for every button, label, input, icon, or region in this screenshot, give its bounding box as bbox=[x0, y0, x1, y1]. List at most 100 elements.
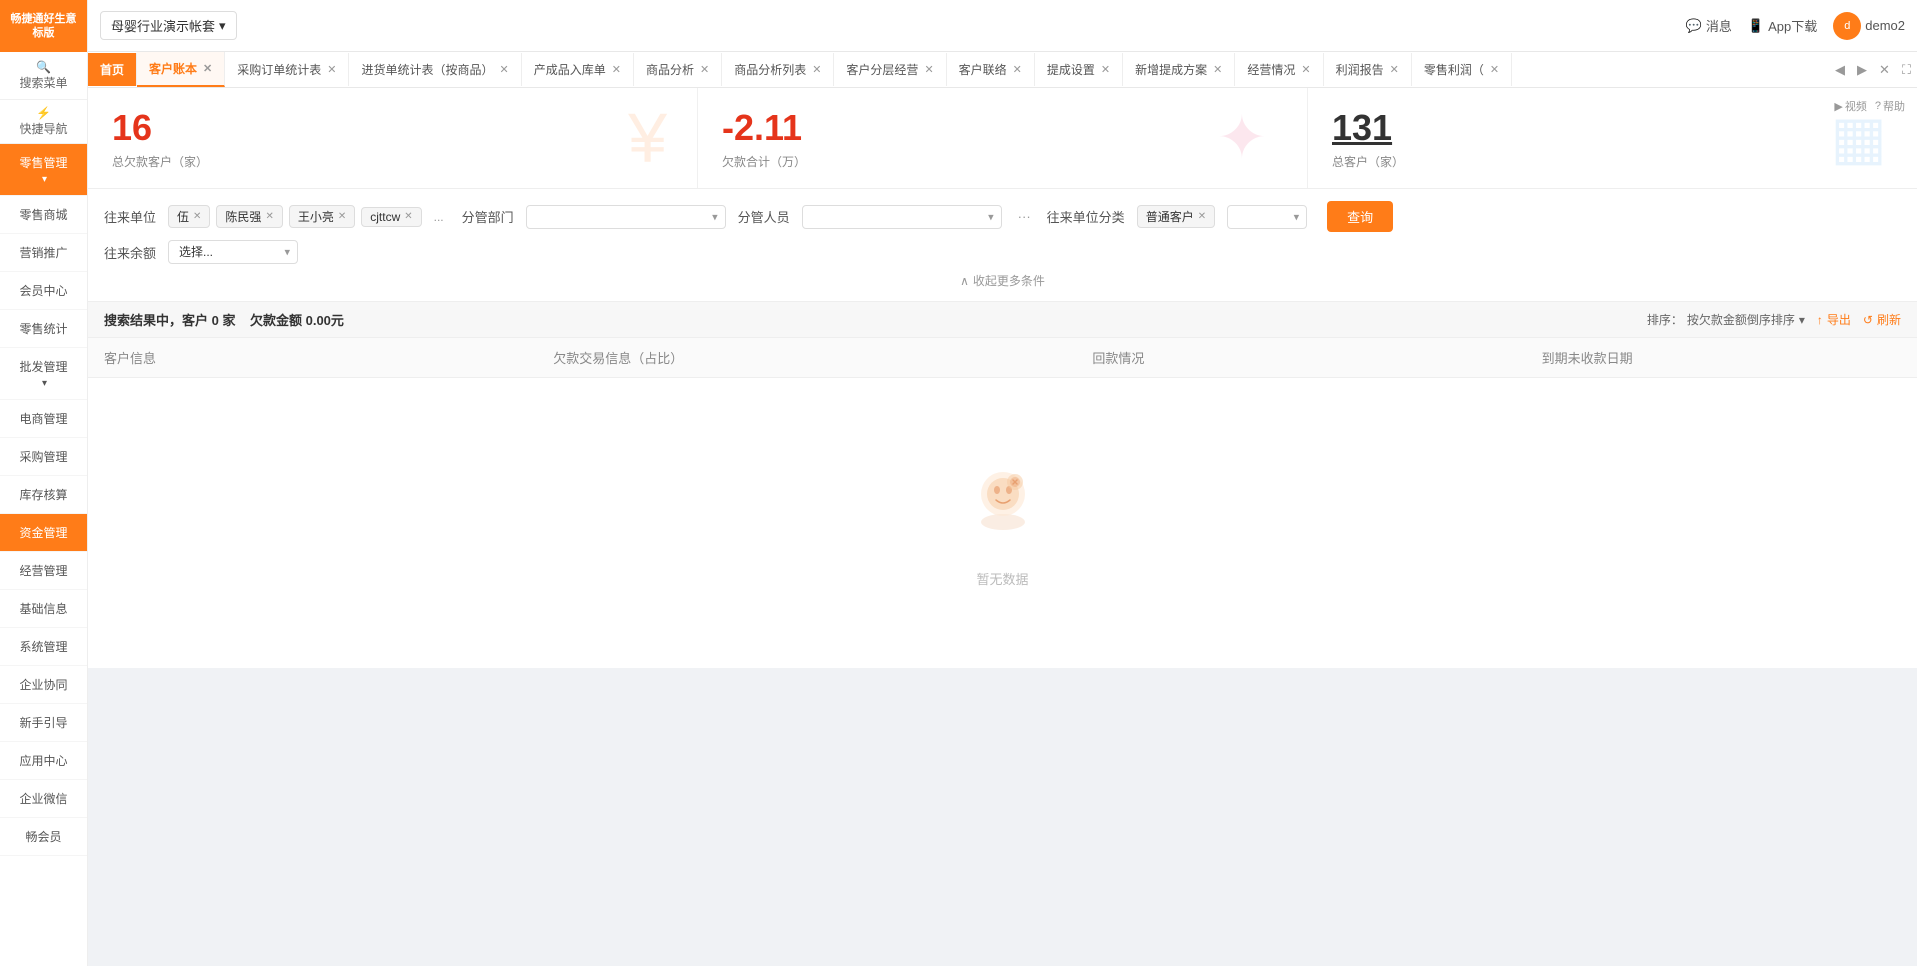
tab-inbound-stats[interactable]: 进货单统计表（按商品） ✕ bbox=[349, 53, 521, 86]
remove-tag-normal-customer[interactable]: ✕ bbox=[1198, 211, 1206, 222]
tabbar: 首页 客户账本 ✕ 采购订单统计表 ✕ 进货单统计表（按商品） ✕ 产成品入库单… bbox=[88, 52, 1917, 88]
sidebar-item-enterprise-wechat[interactable]: 企业微信 bbox=[0, 780, 87, 818]
sidebar-item-retail-stats[interactable]: 零售统计 bbox=[0, 310, 87, 348]
tab-retail-profit[interactable]: 零售利润（ ✕ bbox=[1412, 53, 1512, 86]
sort-selector[interactable]: 排序： 按欠款金额倒序排序 ▾ bbox=[1647, 311, 1805, 328]
sidebar-item-purchase-mgmt[interactable]: 采购管理 bbox=[0, 438, 87, 476]
diamond-icon: ✦ bbox=[1217, 103, 1267, 173]
close-icon[interactable]: ✕ bbox=[1390, 63, 1399, 76]
tab-home[interactable]: 首页 bbox=[88, 53, 137, 86]
stat-card-debt-customers: ¥ 16 总欠款客户（家） bbox=[88, 88, 698, 188]
close-icon[interactable]: ✕ bbox=[327, 63, 336, 76]
unit-filter-more[interactable]: ... bbox=[428, 208, 450, 226]
sidebar-item-enterprise-collab[interactable]: 企业协同 bbox=[0, 666, 87, 704]
filter-bar: 往来单位 伍 ✕ 陈民强 ✕ 王小亮 ✕ cjttcw bbox=[88, 189, 1917, 302]
sidebar-item-member-center[interactable]: 会员中心 bbox=[0, 272, 87, 310]
close-icon[interactable]: ✕ bbox=[203, 62, 212, 75]
close-icon[interactable]: ✕ bbox=[700, 63, 709, 76]
close-icon[interactable]: ✕ bbox=[812, 63, 821, 76]
sidebar-item-ops-mgmt[interactable]: 经营管理 bbox=[0, 552, 87, 590]
dept-select-input[interactable] bbox=[526, 205, 726, 229]
tab-customer-segment[interactable]: 客户分层经营 ✕ bbox=[834, 53, 946, 86]
close-icon[interactable]: ✕ bbox=[1213, 63, 1222, 76]
sidebar-item-system-mgmt[interactable]: 系统管理 bbox=[0, 628, 87, 666]
page-content: ¥ 16 总欠款客户（家） ✦ -2.11 欠款合计（万） ▶ 视频 ? 帮助 bbox=[88, 88, 1917, 966]
sidebar-item-inventory-check[interactable]: 库存核算 bbox=[0, 476, 87, 514]
stat-value-total-customers: 131 bbox=[1332, 106, 1392, 149]
tab-business-situation[interactable]: 经营情况 ✕ bbox=[1235, 53, 1323, 86]
tab-fullscreen-button[interactable]: ⛶ bbox=[1896, 54, 1917, 86]
app-download-button[interactable]: 📱 App下载 bbox=[1748, 16, 1817, 35]
sidebar-item-search-menu[interactable]: 🔍 搜索菜单 bbox=[0, 52, 87, 100]
stat-label-debt-customers: 总欠款客户（家） bbox=[112, 153, 208, 170]
sidebar-item-retail-mgmt[interactable]: 零售管理 ▾ bbox=[0, 144, 87, 196]
unit-type-filter-tags: 普通客户 ✕ bbox=[1137, 205, 1215, 228]
person-filter-dots[interactable]: ··· bbox=[1014, 209, 1035, 224]
remove-tag-chen[interactable]: ✕ bbox=[265, 211, 273, 222]
query-button[interactable]: 查询 bbox=[1327, 201, 1393, 232]
filter-tag-chen: 陈民强 ✕ bbox=[216, 205, 282, 228]
account-selector[interactable]: 母婴行业演示帐套 ▾ bbox=[100, 11, 237, 40]
tab-customer-contact[interactable]: 客户联络 ✕ bbox=[947, 53, 1035, 86]
data-table: 客户信息 欠款交易信息（占比） 回款情况 到期未收款日期 bbox=[88, 338, 1917, 668]
unit-type-select[interactable] bbox=[1227, 205, 1307, 229]
person-select-wrap bbox=[802, 205, 1002, 229]
close-icon[interactable]: ✕ bbox=[1490, 63, 1499, 76]
sidebar-item-basic-info[interactable]: 基础信息 bbox=[0, 590, 87, 628]
chevron-up-icon: ∧ bbox=[960, 274, 969, 288]
remove-tag-wang[interactable]: ✕ bbox=[338, 211, 346, 222]
stat-label-total-customers: 总客户（家） bbox=[1332, 153, 1404, 170]
tab-prev-button[interactable]: ◀ bbox=[1829, 54, 1851, 86]
tab-promote-settings[interactable]: 提成设置 ✕ bbox=[1035, 53, 1123, 86]
tab-customer-book[interactable]: 客户账本 ✕ bbox=[137, 52, 225, 87]
messages-button[interactable]: 💬 消息 bbox=[1686, 16, 1732, 35]
unit-filter-tags: 伍 ✕ 陈民强 ✕ 王小亮 ✕ cjttcw ✕ ... bbox=[168, 205, 450, 228]
empty-icon bbox=[963, 458, 1043, 557]
person-select-input[interactable] bbox=[802, 205, 1002, 229]
unit-type-select-wrap bbox=[1227, 205, 1307, 229]
balance-select[interactable]: 选择... bbox=[168, 240, 298, 264]
person-filter-label: 分管人员 bbox=[738, 207, 790, 226]
export-icon: ↑ bbox=[1817, 313, 1823, 327]
avatar: d bbox=[1833, 12, 1861, 40]
stat-label-debt-total: 欠款合计（万） bbox=[722, 153, 806, 170]
sidebar-item-wholesale-mgmt[interactable]: 批发管理 ▾ bbox=[0, 348, 87, 400]
tab-purchase-stats[interactable]: 采购订单统计表 ✕ bbox=[225, 53, 349, 86]
empty-text: 暂无数据 bbox=[976, 569, 1028, 588]
close-icon[interactable]: ✕ bbox=[612, 63, 621, 76]
tab-profit-report[interactable]: 利润报告 ✕ bbox=[1324, 53, 1412, 86]
remove-tag-wu[interactable]: ✕ bbox=[193, 211, 201, 222]
close-icon[interactable]: ✕ bbox=[924, 63, 933, 76]
tab-arrows: ◀ ▶ ✕ ⛶ bbox=[1829, 54, 1917, 86]
account-selector-label: 母婴行业演示帐套 bbox=[111, 16, 215, 35]
close-icon[interactable]: ✕ bbox=[1101, 63, 1110, 76]
tab-next-button[interactable]: ▶ bbox=[1851, 54, 1873, 86]
topbar-left: 母婴行业演示帐套 ▾ bbox=[100, 11, 237, 40]
user-menu[interactable]: d demo2 bbox=[1833, 12, 1905, 40]
filter-tag-cjttcw: cjttcw ✕ bbox=[361, 207, 421, 227]
sidebar-item-retail-store[interactable]: 零售商城 bbox=[0, 196, 87, 234]
tab-production-inbound[interactable]: 产成品入库单 ✕ bbox=[522, 53, 634, 86]
sidebar-item-ecommerce-mgmt[interactable]: 电商管理 bbox=[0, 400, 87, 438]
sidebar-item-app-center[interactable]: 应用中心 bbox=[0, 742, 87, 780]
sidebar-item-member-plus[interactable]: 畅会员 bbox=[0, 818, 87, 856]
sidebar-item-finance-mgmt[interactable]: 资金管理 bbox=[0, 514, 87, 552]
sidebar-item-marketing[interactable]: 营销推广 bbox=[0, 234, 87, 272]
close-icon[interactable]: ✕ bbox=[1301, 63, 1310, 76]
tab-close-all-button[interactable]: ✕ bbox=[1873, 54, 1896, 86]
refresh-button[interactable]: ↺ 刷新 bbox=[1863, 311, 1901, 328]
sidebar-item-new-guide[interactable]: 新手引导 bbox=[0, 704, 87, 742]
close-icon[interactable]: ✕ bbox=[1013, 63, 1022, 76]
tab-product-analysis-list[interactable]: 商品分析列表 ✕ bbox=[722, 53, 834, 86]
sidebar-item-quick-nav[interactable]: ⚡ 快捷导航 bbox=[0, 100, 87, 144]
balance-select-wrap: 选择... bbox=[168, 240, 298, 264]
collapse-button[interactable]: ∧ 收起更多条件 bbox=[104, 272, 1901, 289]
sidebar-logo-text: 畅捷通好生意 标版 bbox=[11, 12, 77, 41]
export-button[interactable]: ↑ 导出 bbox=[1817, 311, 1851, 328]
tab-new-promote-plan[interactable]: 新增提成方案 ✕ bbox=[1123, 53, 1235, 86]
close-icon[interactable]: ✕ bbox=[500, 63, 509, 76]
remove-tag-cjttcw[interactable]: ✕ bbox=[404, 211, 412, 222]
tab-product-analysis[interactable]: 商品分析 ✕ bbox=[634, 53, 722, 86]
col-header-date: 到期未收款日期 bbox=[1542, 348, 1901, 367]
stat-card-debt-total: ✦ -2.11 欠款合计（万） bbox=[698, 88, 1308, 188]
